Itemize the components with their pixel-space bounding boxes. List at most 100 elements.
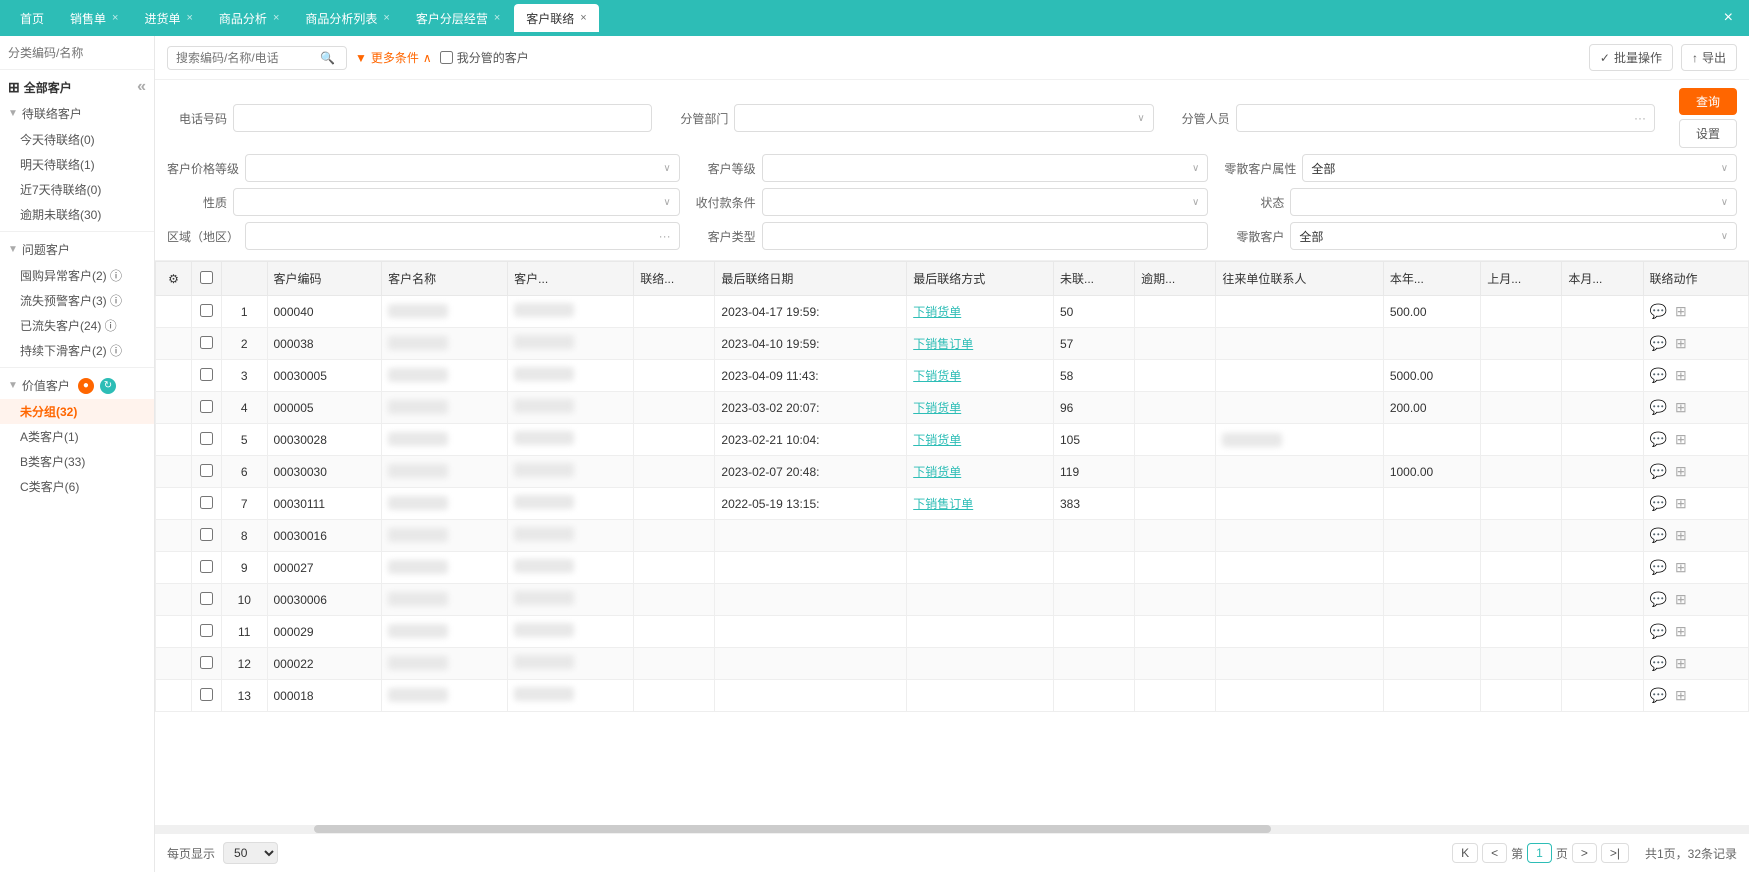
contact-method-link[interactable]: 下销货单 <box>913 465 961 479</box>
tab-goods-analysis-list-close-icon[interactable]: × <box>383 12 389 24</box>
staff-input[interactable]: ··· <box>1236 104 1655 132</box>
row-checkbox[interactable] <box>200 592 213 605</box>
customer-level-input[interactable]: ∨ <box>762 154 1209 182</box>
retail-attr-input[interactable]: 全部 ∨ <box>1302 154 1737 182</box>
gender-input[interactable]: ∨ <box>233 188 680 216</box>
sidebar-item-ungroup[interactable]: 未分组(32) <box>0 399 154 424</box>
more-action-icon[interactable]: ⊞ <box>1675 559 1687 576</box>
filter-my-customer-checkbox[interactable] <box>440 51 453 64</box>
payment-input[interactable]: ∨ <box>762 188 1209 216</box>
contact-method-link[interactable]: 下销货单 <box>913 369 961 383</box>
sidebar-search-input[interactable] <box>8 46 155 60</box>
th-type[interactable]: 客户... <box>508 262 634 296</box>
th-checkbox[interactable] <box>192 262 222 296</box>
contact-icon[interactable]: 💬 <box>1650 591 1667 608</box>
sidebar-item-abnormal[interactable]: 囤购异常客户(2) ⓘ <box>0 263 154 288</box>
sidebar-item-7days[interactable]: 近7天待联络(0) <box>0 177 154 202</box>
cell-last-method[interactable]: 下销货单 <box>907 424 1054 456</box>
reset-button[interactable]: 设置 <box>1679 119 1737 148</box>
sidebar-all-customers-header[interactable]: ⊞ 全部客户 « <box>0 70 154 100</box>
batch-operations-button[interactable]: ✓ 批量操作 <box>1589 44 1673 71</box>
row-checkbox[interactable] <box>200 304 213 317</box>
cell-last-method[interactable]: 下销货单 <box>907 392 1054 424</box>
sidebar-item-warning[interactable]: 流失预警客户(3) ⓘ <box>0 288 154 313</box>
sidebar-item-tomorrow[interactable]: 明天待联络(1) <box>0 152 154 177</box>
more-action-icon[interactable]: ⊞ <box>1675 495 1687 512</box>
row-checkbox[interactable] <box>200 400 213 413</box>
tab-sale-close-icon[interactable]: × <box>112 12 118 24</box>
contact-icon[interactable]: 💬 <box>1650 335 1667 352</box>
more-action-icon[interactable]: ⊞ <box>1675 367 1687 384</box>
query-button[interactable]: 查询 <box>1679 88 1737 115</box>
th-last-method[interactable]: 最后联络方式 <box>907 262 1054 296</box>
more-action-icon[interactable]: ⊞ <box>1675 591 1687 608</box>
cell-last-method[interactable] <box>907 552 1054 584</box>
contact-icon[interactable]: 💬 <box>1650 495 1667 512</box>
cell-last-method[interactable]: 下销货单 <box>907 360 1054 392</box>
contact-method-link[interactable]: 下销货单 <box>913 305 961 319</box>
select-all-checkbox[interactable] <box>200 271 213 284</box>
cell-check[interactable] <box>192 616 222 648</box>
filter-more-conditions[interactable]: ▼ 更多条件 ∧ <box>355 49 432 66</box>
contact-icon[interactable]: 💬 <box>1650 623 1667 640</box>
last-page-button[interactable]: >| <box>1601 843 1629 863</box>
cell-check[interactable] <box>192 424 222 456</box>
cell-last-method[interactable]: 下销售订单 <box>907 488 1054 520</box>
row-checkbox[interactable] <box>200 464 213 477</box>
more-action-icon[interactable]: ⊞ <box>1675 527 1687 544</box>
cell-check[interactable] <box>192 648 222 680</box>
cell-check[interactable] <box>192 584 222 616</box>
retail-customer-input[interactable]: 全部 ∨ <box>1290 222 1737 250</box>
sidebar-problem-section[interactable]: ▼ 问题客户 <box>0 236 154 263</box>
staff-more-icon[interactable]: ··· <box>1634 111 1646 125</box>
more-action-icon[interactable]: ⊞ <box>1675 687 1687 704</box>
more-action-icon[interactable]: ⊞ <box>1675 463 1687 480</box>
th-last-month[interactable]: 上月... <box>1481 262 1562 296</box>
cell-check[interactable] <box>192 680 222 712</box>
cell-last-method[interactable] <box>907 648 1054 680</box>
row-checkbox[interactable] <box>200 688 213 701</box>
scrollbar-thumb[interactable] <box>314 825 1270 833</box>
th-settings[interactable]: ⚙ <box>156 262 192 296</box>
customer-type-input[interactable] <box>762 222 1209 250</box>
status-input[interactable]: ∨ <box>1290 188 1737 216</box>
sidebar-item-a[interactable]: A类客户(1) <box>0 424 154 449</box>
next-page-button[interactable]: > <box>1572 843 1597 863</box>
filter-search-input[interactable] <box>176 51 316 65</box>
contact-icon[interactable]: 💬 <box>1650 431 1667 448</box>
cell-last-method[interactable]: 下销售订单 <box>907 328 1054 360</box>
tab-customer-tier-close-icon[interactable]: × <box>494 12 500 24</box>
cell-check[interactable] <box>192 456 222 488</box>
more-action-icon[interactable]: ⊞ <box>1675 655 1687 672</box>
tab-goods-analysis-list[interactable]: 商品分析列表 × <box>293 4 401 32</box>
th-company-contact[interactable]: 往来单位联系人 <box>1216 262 1384 296</box>
first-page-button[interactable]: K <box>1452 843 1478 863</box>
row-checkbox[interactable] <box>200 432 213 445</box>
cell-check[interactable] <box>192 488 222 520</box>
tab-goods-analysis-close-icon[interactable]: × <box>273 12 279 24</box>
area-more-icon[interactable]: ··· <box>659 229 671 243</box>
cell-check[interactable] <box>192 392 222 424</box>
th-name[interactable]: 客户名称 <box>382 262 508 296</box>
tab-customer-contact[interactable]: 客户联络 × <box>514 4 598 32</box>
more-action-icon[interactable]: ⊞ <box>1675 623 1687 640</box>
row-checkbox[interactable] <box>200 368 213 381</box>
phone-input[interactable] <box>233 104 652 132</box>
more-action-icon[interactable]: ⊞ <box>1675 335 1687 352</box>
row-checkbox[interactable] <box>200 624 213 637</box>
contact-icon[interactable]: 💬 <box>1650 527 1667 544</box>
cell-last-method[interactable] <box>907 520 1054 552</box>
contact-icon[interactable]: 💬 <box>1650 559 1667 576</box>
tab-purchase[interactable]: 进货单 × <box>132 4 204 32</box>
sidebar-item-overdue[interactable]: 逾期未联络(30) <box>0 202 154 227</box>
contact-icon[interactable]: 💬 <box>1650 463 1667 480</box>
sidebar-pending-section[interactable]: ▼ 待联络客户 <box>0 100 154 127</box>
tab-sale[interactable]: 销售单 × <box>58 4 130 32</box>
window-close-icon[interactable]: × <box>1716 9 1741 27</box>
contact-method-link[interactable]: 下销售订单 <box>913 497 973 511</box>
more-action-icon[interactable]: ⊞ <box>1675 399 1687 416</box>
tab-purchase-close-icon[interactable]: × <box>186 12 192 24</box>
horizontal-scrollbar[interactable] <box>155 825 1749 833</box>
tab-home[interactable]: 首页 <box>8 4 56 32</box>
export-button[interactable]: ↑ 导出 <box>1681 44 1737 71</box>
